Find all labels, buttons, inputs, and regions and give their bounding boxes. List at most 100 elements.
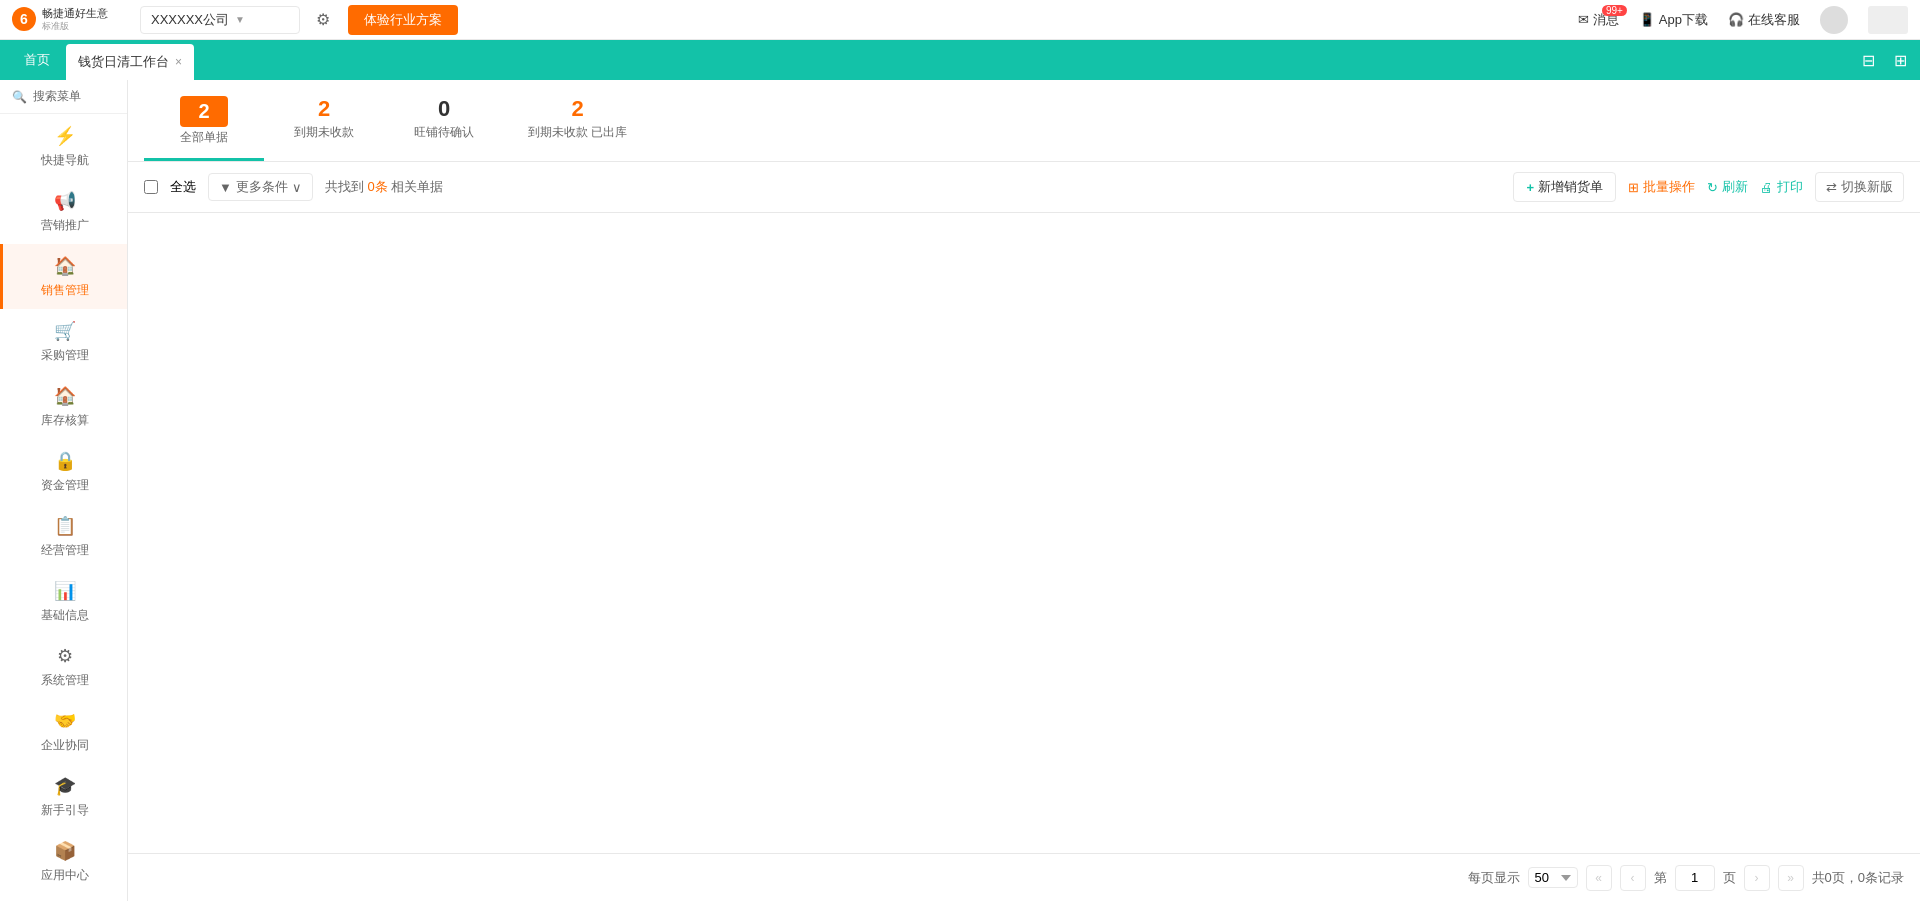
sidebar-label-finance: 资金管理: [41, 477, 89, 494]
sidebar-item-finance[interactable]: 🔒 资金管理: [0, 439, 127, 504]
summary-tab-pending[interactable]: 0旺铺待确认: [384, 88, 504, 161]
pagination: 每页显示 50 10 20 100 « ‹ 第 页 › » 共0页，0条记录: [128, 853, 1920, 901]
switch-icon: ⇄: [1826, 180, 1837, 195]
company-selector[interactable]: XXXXXX公司 ▼: [140, 6, 300, 34]
page-prefix: 第: [1654, 869, 1667, 887]
select-all-checkbox[interactable]: [144, 180, 158, 194]
refresh-icon: ↻: [1707, 180, 1718, 195]
sidebar-item-inventory[interactable]: 🏠库存核算: [0, 374, 127, 439]
filter-button[interactable]: ▼ 更多条件 ∨: [208, 173, 313, 201]
dropdown-arrow-icon: ▼: [235, 14, 245, 25]
toolbar: 全选 ▼ 更多条件 ∨ 共找到 0条 相关单据 + 新增销货单 ⊞: [128, 162, 1920, 213]
sidebar-item-quick-nav[interactable]: ⚡ 快捷导航: [0, 114, 127, 179]
messages-button[interactable]: ✉ 消息 99+: [1578, 11, 1619, 29]
sidebar-item-system[interactable]: ⚙ 系统管理: [0, 634, 127, 699]
sidebar-label-quick-nav: 快捷导航: [41, 152, 89, 169]
sidebar-icon-purchase: 🛒: [53, 319, 77, 343]
batch-operation-button[interactable]: ⊞ 批量操作: [1628, 178, 1695, 196]
tab-work-bench[interactable]: 钱货日清工作台 ×: [66, 44, 194, 80]
main-layout: 🔍 搜索菜单 ⚡ 快捷导航 📢 营销推广 🏠 销售管理 🛒 采购管理 🏠库存核算 🔒 资金管理 📋 经营…: [0, 80, 1920, 901]
sidebar-icon-basic-info: 📊: [53, 579, 77, 603]
summary-tab-all[interactable]: 2全部单据: [144, 88, 264, 161]
sidebar-icon-inventory: 🏠: [53, 384, 77, 408]
sidebar: 🔍 搜索菜单 ⚡ 快捷导航 📢 营销推广 🏠 销售管理 🛒 采购管理 🏠库存核算 🔒 资金管理 📋 经营…: [0, 80, 128, 901]
total-records: 共0页，0条记录: [1812, 869, 1904, 887]
summary-tab-overdue-shipped[interactable]: 2到期未收款 已出库: [504, 88, 651, 161]
filter-chevron-icon: ∨: [292, 180, 302, 195]
phone-icon: 📱: [1639, 12, 1655, 27]
tab-minimize-icon[interactable]: ⊟: [1856, 48, 1880, 72]
table-area: [128, 213, 1920, 853]
page-suffix: 页: [1723, 869, 1736, 887]
app-download-button[interactable]: 📱 App下载: [1639, 11, 1708, 29]
sidebar-icon-system: ⚙: [53, 644, 77, 668]
user-name-area[interactable]: [1868, 6, 1908, 34]
print-icon: 🖨: [1760, 180, 1773, 195]
industry-button[interactable]: 体验行业方案: [348, 5, 458, 35]
tab-close-icon[interactable]: ×: [175, 55, 182, 69]
tab-bar-right: ⊟ ⊞: [1856, 48, 1912, 72]
sidebar-item-sales[interactable]: 🏠 销售管理: [0, 244, 127, 309]
sidebar-label-guide: 新手引导: [41, 802, 89, 819]
sidebar-icon-finance: 🔒: [53, 449, 77, 473]
sidebar-item-basic-info[interactable]: 📊 基础信息: [0, 569, 127, 634]
sidebar-icon-marketing: 📢: [53, 189, 77, 213]
sidebar-icon-operations: 📋: [53, 514, 77, 538]
summary-tabs: 2全部单据2到期未收款0旺铺待确认2到期未收款 已出库: [128, 80, 1920, 162]
print-button[interactable]: 🖨 打印: [1760, 178, 1803, 196]
top-bar: 6 畅捷通好生意 标准版 XXXXXX公司 ▼ ⚙ 体验行业方案 ✉ 消息 99…: [0, 0, 1920, 40]
sidebar-item-wechat[interactable]: 💬企业微信: [0, 894, 127, 901]
add-sale-order-button[interactable]: + 新增销货单: [1513, 172, 1616, 202]
plus-icon: +: [1526, 180, 1534, 195]
refresh-button[interactable]: ↻ 刷新: [1707, 178, 1748, 196]
sidebar-item-cooperation[interactable]: 🤝 企业协同: [0, 699, 127, 764]
sidebar-label-sales: 销售管理: [41, 282, 89, 299]
sidebar-item-app-center[interactable]: 📦 应用中心: [0, 829, 127, 894]
per-page-label: 每页显示: [1468, 869, 1520, 887]
avatar[interactable]: [1820, 6, 1848, 34]
found-text: 共找到 0条 相关单据: [325, 178, 443, 196]
top-right-area: ✉ 消息 99+ 📱 App下载 🎧 在线客服: [1578, 6, 1908, 34]
logo-area: 6 畅捷通好生意 标准版: [12, 6, 140, 33]
message-icon: ✉: [1578, 12, 1589, 27]
search-menu-button[interactable]: 🔍 搜索菜单: [0, 80, 127, 114]
messages-badge: 99+: [1602, 5, 1627, 16]
summary-tab-overdue[interactable]: 2到期未收款: [264, 88, 384, 161]
search-icon: 🔍: [12, 90, 27, 104]
select-all-label: 全选: [170, 178, 196, 196]
sidebar-label-system: 系统管理: [41, 672, 89, 689]
sidebar-label-basic-info: 基础信息: [41, 607, 89, 624]
sidebar-label-purchase: 采购管理: [41, 347, 89, 364]
sidebar-label-app-center: 应用中心: [41, 867, 89, 884]
sidebar-icon-app-center: 📦: [53, 839, 77, 863]
content-area: 2全部单据2到期未收款0旺铺待确认2到期未收款 已出库 全选 ▼ 更多条件 ∨ …: [128, 80, 1920, 901]
logo-badge: 标准版: [42, 20, 108, 33]
sidebar-icon-sales: 🏠: [53, 254, 77, 278]
sidebar-icon-cooperation: 🤝: [53, 709, 77, 733]
sidebar-label-operations: 经营管理: [41, 542, 89, 559]
sidebar-label-cooperation: 企业协同: [41, 737, 89, 754]
company-name: XXXXXX公司: [151, 11, 229, 29]
headset-icon: 🎧: [1728, 12, 1744, 27]
sidebar-icon-quick-nav: ⚡: [53, 124, 77, 148]
logo-text: 畅捷通好生意: [42, 6, 108, 20]
sidebar-item-marketing[interactable]: 📢 营销推广: [0, 179, 127, 244]
per-page-select[interactable]: 50 10 20 100: [1528, 867, 1578, 888]
online-service-button[interactable]: 🎧 在线客服: [1728, 11, 1800, 29]
last-page-button[interactable]: »: [1778, 865, 1804, 891]
tab-home[interactable]: 首页: [8, 40, 66, 80]
batch-icon: ⊞: [1628, 180, 1639, 195]
tab-expand-icon[interactable]: ⊞: [1888, 48, 1912, 72]
next-page-button[interactable]: ›: [1744, 865, 1770, 891]
found-count: 0条: [368, 179, 388, 194]
sidebar-icon-guide: 🎓: [53, 774, 77, 798]
page-number-input[interactable]: [1675, 865, 1715, 891]
sidebar-item-purchase[interactable]: 🛒 采购管理: [0, 309, 127, 374]
prev-page-button[interactable]: ‹: [1620, 865, 1646, 891]
first-page-button[interactable]: «: [1586, 865, 1612, 891]
sidebar-item-operations[interactable]: 📋 经营管理: [0, 504, 127, 569]
sidebar-label-marketing: 营销推广: [41, 217, 89, 234]
settings-icon[interactable]: ⚙: [308, 5, 338, 35]
switch-new-version-button[interactable]: ⇄ 切换新版: [1815, 172, 1904, 202]
sidebar-item-guide[interactable]: 🎓 新手引导: [0, 764, 127, 829]
